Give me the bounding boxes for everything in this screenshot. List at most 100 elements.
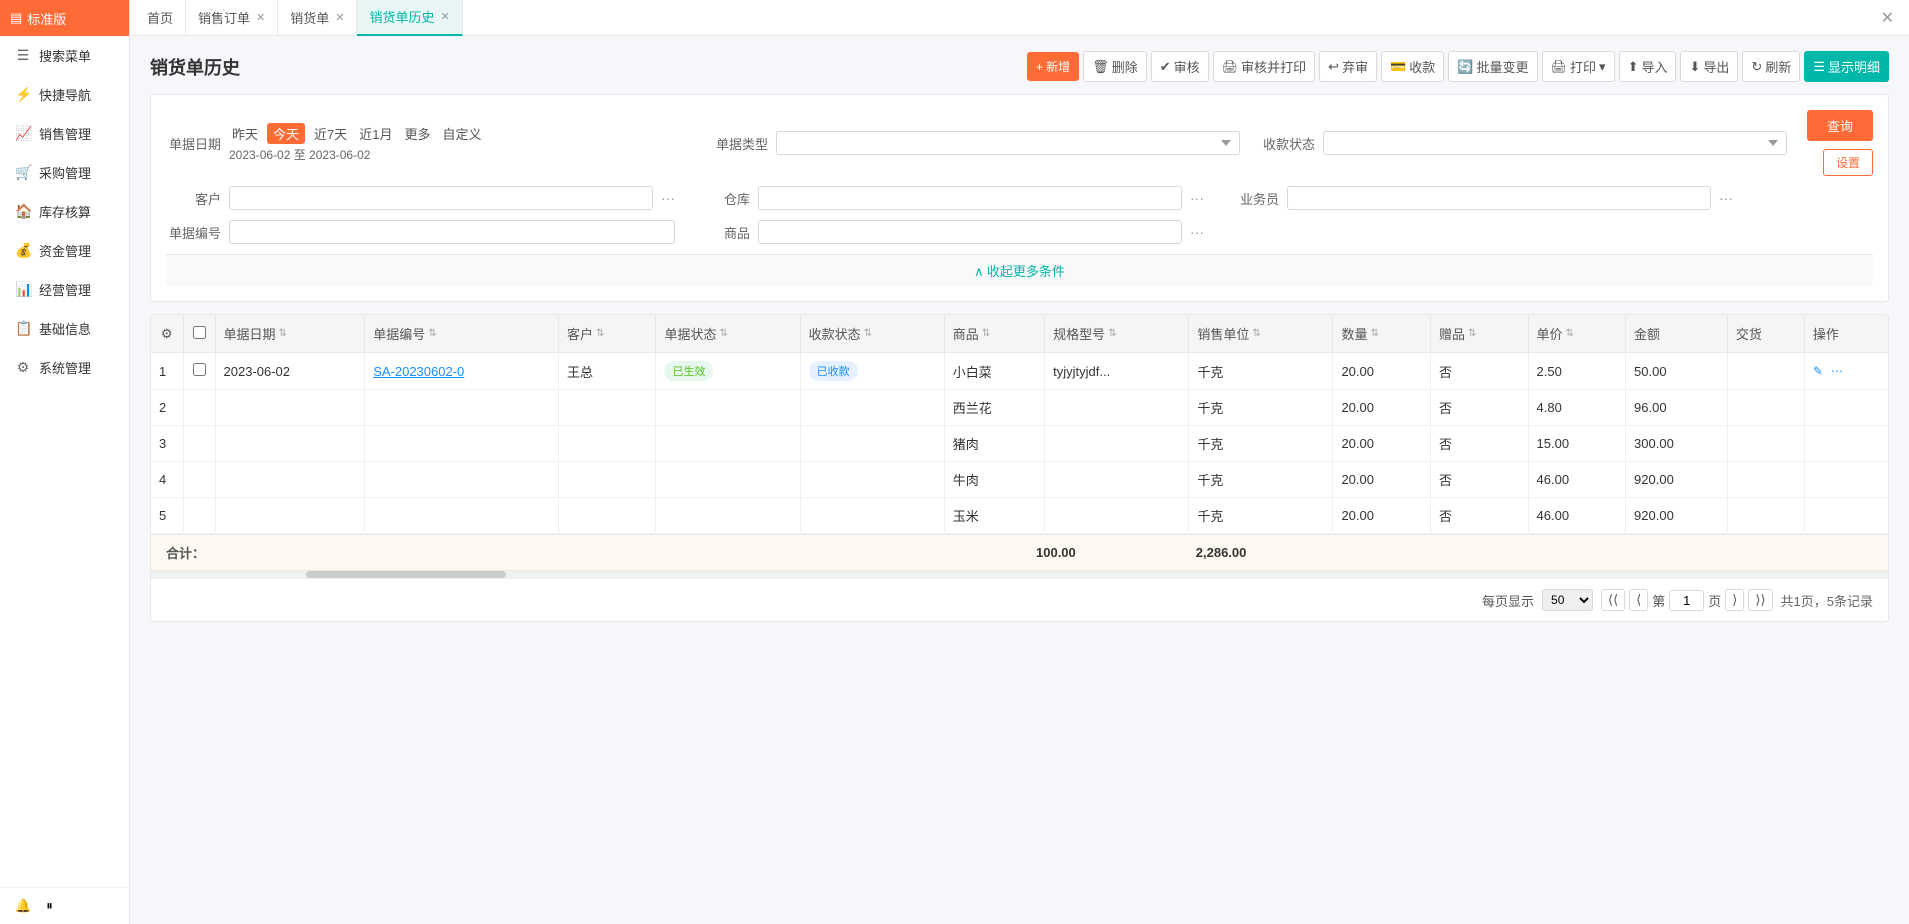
goods-ellipsis[interactable]: ··· <box>1190 224 1204 240</box>
row-delete-button[interactable]: ⋯ <box>1831 364 1843 378</box>
shortcut-7days[interactable]: 近7天 <box>311 123 350 144</box>
tab-sales-history-close[interactable]: ✕ <box>441 10 450 23</box>
set-button[interactable]: 设置 <box>1823 149 1873 176</box>
horizontal-scrollbar[interactable] <box>151 570 1888 578</box>
warehouse-ellipsis[interactable]: ··· <box>1190 190 1204 206</box>
sidebar-item-search-menu[interactable]: ☰ 搜索菜单 <box>0 36 129 75</box>
audit-button[interactable]: ✔ 审核 <box>1151 51 1209 82</box>
customer-ellipsis[interactable]: ··· <box>661 190 675 206</box>
row-checkbox[interactable] <box>193 363 206 376</box>
pause-icon[interactable]: ⏸ <box>46 898 53 914</box>
export-button[interactable]: ⬇ 导出 <box>1680 51 1738 82</box>
payment-status-label: 收款状态 <box>1260 134 1315 153</box>
sidebar-item-system[interactable]: ⚙ 系统管理 <box>0 348 129 387</box>
sidebar-item-label: 资金管理 <box>39 241 91 260</box>
filter-salesperson-item: 业务员 ··· <box>1224 186 1733 210</box>
tab-sales-history[interactable]: 销货单历史 ✕ <box>357 0 462 36</box>
tab-home[interactable]: 首页 <box>135 0 186 36</box>
cell-docno[interactable] <box>365 390 559 426</box>
th-transaction: 交货 <box>1727 315 1804 353</box>
th-gift[interactable]: 赠品⇅ <box>1430 315 1528 353</box>
customer-input[interactable] <box>229 186 653 210</box>
th-goods[interactable]: 商品⇅ <box>944 315 1044 353</box>
refresh-button[interactable]: ↻ 刷新 <box>1742 51 1800 82</box>
audit-print-button[interactable]: 🖨 审核并打印 <box>1213 51 1316 82</box>
query-button[interactable]: 查询 <box>1807 110 1873 141</box>
shortcut-more[interactable]: 更多 <box>402 123 434 144</box>
shortcut-today[interactable]: 今天 <box>267 123 305 144</box>
goods-input[interactable] <box>758 220 1182 244</box>
cell-date <box>215 390 365 426</box>
th-qty[interactable]: 数量⇅ <box>1333 315 1431 353</box>
data-table: ⚙ 单据日期⇅ 单据编号⇅ 客户⇅ 单据状态⇅ 收款状态⇅ 商品⇅ 规格型号⇅ … <box>151 315 1888 534</box>
salesperson-input[interactable] <box>1287 186 1711 210</box>
sidebar-item-basic-info[interactable]: 📋 基础信息 <box>0 309 129 348</box>
tab-sales-goods-label: 销货单 <box>290 8 329 27</box>
tab-sales-order[interactable]: 销售订单 ✕ <box>186 0 278 36</box>
shortcut-1month[interactable]: 近1月 <box>356 123 395 144</box>
th-customer[interactable]: 客户⇅ <box>558 315 656 353</box>
notification-icon[interactable]: 🔔 <box>15 898 31 914</box>
shortcut-yesterday[interactable]: 昨天 <box>229 123 261 144</box>
sidebar-item-inventory[interactable]: 🏠 库存核算 <box>0 192 129 231</box>
cell-checkbox[interactable] <box>183 426 215 462</box>
tab-sales-order-close[interactable]: ✕ <box>256 11 265 24</box>
cell-docno[interactable] <box>365 426 559 462</box>
th-doc-no[interactable]: 单据编号⇅ <box>365 315 559 353</box>
sidebar-brand-icon: ▤ <box>10 10 22 26</box>
show-details-button[interactable]: ☰ 显示明细 <box>1804 51 1889 82</box>
import-button[interactable]: ⬆ 导入 <box>1619 51 1677 82</box>
new-button[interactable]: + 新增 <box>1027 52 1079 81</box>
cell-checkbox[interactable] <box>183 390 215 426</box>
cell-checkbox[interactable] <box>183 498 215 534</box>
th-spec[interactable]: 规格型号⇅ <box>1045 315 1189 353</box>
print-button[interactable]: 🖨 打印 ▾ <box>1542 51 1615 82</box>
sidebar-item-quick-nav[interactable]: ⚡ 快捷导航 <box>0 75 129 114</box>
page-number-input[interactable] <box>1669 590 1704 611</box>
payment-status-select[interactable] <box>1323 131 1787 155</box>
filter-warehouse-item: 仓库 ··· <box>695 186 1204 210</box>
first-page-button[interactable]: ⟨⟨ <box>1601 589 1625 611</box>
page-size-select[interactable]: 20 50 100 <box>1542 589 1593 611</box>
scrollbar-thumb[interactable] <box>306 571 506 578</box>
sidebar-item-finance[interactable]: 💰 资金管理 <box>0 231 129 270</box>
warehouse-input[interactable] <box>758 186 1182 210</box>
cell-docno[interactable] <box>365 498 559 534</box>
select-all-checkbox[interactable] <box>193 326 206 339</box>
shortcut-custom[interactable]: 自定义 <box>440 123 485 144</box>
edit-button[interactable]: ✎ <box>1813 364 1823 378</box>
doc-type-select[interactable] <box>776 131 1240 155</box>
last-page-button[interactable]: ⟩⟩ <box>1748 589 1772 611</box>
sort-salesunit-icon: ⇅ <box>1252 328 1260 339</box>
sort-gift-icon: ⇅ <box>1468 328 1476 339</box>
cell-docno[interactable]: SA-20230602-0 <box>365 353 559 390</box>
sidebar-item-purchase[interactable]: 🛒 采购管理 <box>0 153 129 192</box>
cell-checkbox[interactable] <box>183 462 215 498</box>
batch-change-button[interactable]: 🔄 批量变更 <box>1448 51 1537 82</box>
doc-no-input[interactable] <box>229 220 675 244</box>
close-all-tabs[interactable]: ✕ <box>1871 8 1904 28</box>
abandon-button[interactable]: ↩ 弃审 <box>1319 51 1377 82</box>
th-settings[interactable]: ⚙ <box>151 315 183 353</box>
tab-sales-goods[interactable]: 销货单 ✕ <box>278 0 357 36</box>
th-unit-price[interactable]: 单价⇅ <box>1528 315 1626 353</box>
sidebar-item-sales[interactable]: 📈 销售管理 <box>0 114 129 153</box>
th-doc-status[interactable]: 单据状态⇅ <box>656 315 800 353</box>
cell-payment-status <box>800 498 944 534</box>
doc-no-link[interactable]: SA-20230602-0 <box>373 364 464 379</box>
th-sales-unit[interactable]: 销售单位⇅ <box>1189 315 1333 353</box>
th-payment-status[interactable]: 收款状态⇅ <box>800 315 944 353</box>
cell-checkbox[interactable] <box>183 353 215 390</box>
th-date[interactable]: 单据日期⇅ <box>215 315 365 353</box>
tab-sales-goods-close[interactable]: ✕ <box>335 11 344 24</box>
collect-button[interactable]: 💳 收款 <box>1381 51 1444 82</box>
cell-docno[interactable] <box>365 462 559 498</box>
th-checkbox[interactable] <box>183 315 215 353</box>
salesperson-ellipsis[interactable]: ··· <box>1719 190 1733 206</box>
prev-page-button[interactable]: ⟨ <box>1629 589 1648 611</box>
next-page-button[interactable]: ⟩ <box>1725 589 1744 611</box>
cell-actions: ✎⋯ <box>1804 353 1888 390</box>
collapse-button[interactable]: ∧ 收起更多条件 <box>166 254 1873 286</box>
delete-button[interactable]: 🗑 删除 <box>1083 51 1147 82</box>
sidebar-item-operations[interactable]: 📊 经营管理 <box>0 270 129 309</box>
